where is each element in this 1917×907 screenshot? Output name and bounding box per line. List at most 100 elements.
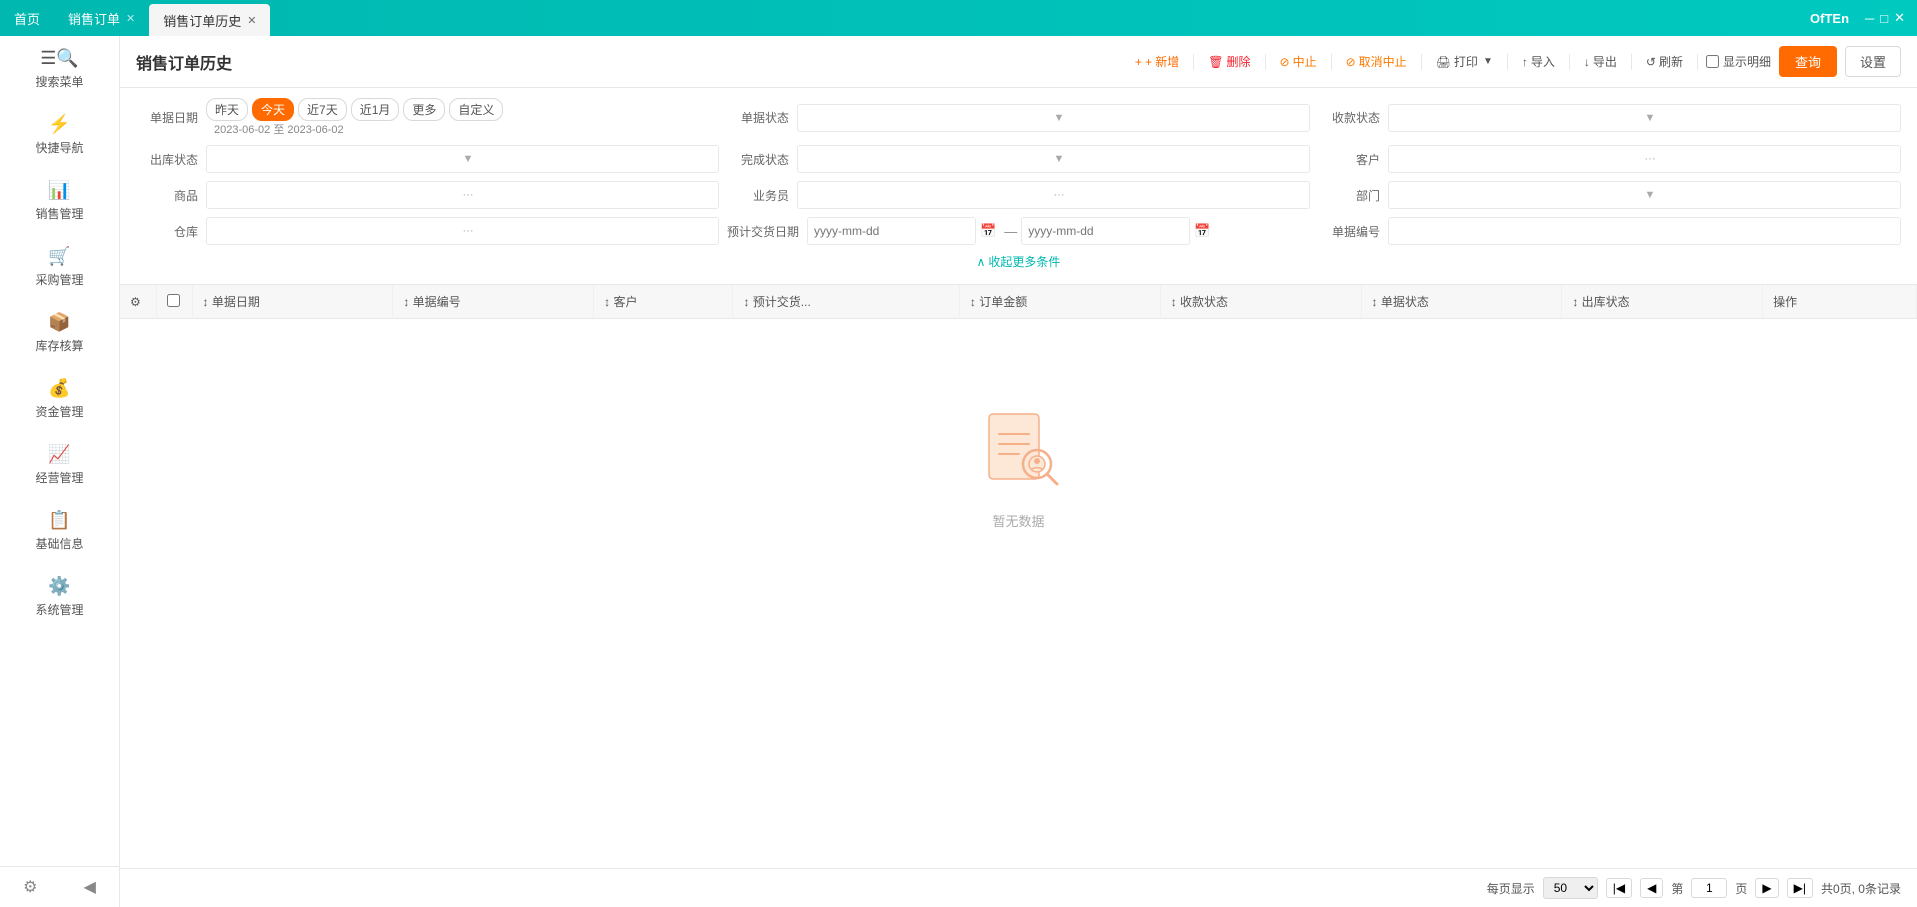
date-dash: — — [1004, 224, 1017, 239]
payment-status-select[interactable]: ▼ — [1388, 104, 1901, 132]
top-bar: 首页 销售订单 ✕ 销售订单历史 ✕ OfTEn ─ □ ✕ — [0, 0, 1917, 36]
divider-7 — [1631, 54, 1632, 70]
last-page-btn[interactable]: ▶| — [1787, 878, 1813, 898]
th-customer[interactable]: ↕ 客户 — [594, 285, 733, 319]
filter-complete-cell: 完成状态 ▼ — [727, 145, 1310, 173]
per-page-select[interactable]: 50 100 200 — [1543, 877, 1598, 899]
dept-select[interactable]: ▼ — [1388, 181, 1901, 209]
refresh-icon: ↺ — [1646, 55, 1656, 69]
query-button[interactable]: 查询 — [1779, 46, 1837, 77]
stop-btn[interactable]: ⊘ 中止 — [1274, 49, 1323, 74]
tab-sales-order[interactable]: 销售订单 ✕ — [54, 0, 149, 36]
sales-mgmt-icon: 📊 — [48, 180, 70, 201]
goods-select[interactable]: ··· — [206, 181, 719, 209]
page-num-input[interactable] — [1691, 878, 1727, 898]
sidebar-item-basic-info[interactable]: 📋 基础信息 — [0, 498, 119, 564]
yesterday-btn[interactable]: 昨天 — [206, 98, 248, 121]
th-checkbox[interactable] — [156, 285, 192, 319]
filter-dept-cell: 部门 ▼ — [1318, 181, 1901, 209]
sidebar: ☰🔍 搜索菜单 ⚡ 快捷导航 📊 销售管理 🛒 采购管理 📦 库存核算 💰 资金… — [0, 36, 120, 907]
customer-select[interactable]: ··· — [1388, 145, 1901, 173]
data-table: ⚙ ↕ 单据日期 ↕ 单据编号 — [120, 285, 1917, 319]
salesperson-select[interactable]: ··· — [797, 181, 1310, 209]
select-all-checkbox[interactable] — [167, 294, 180, 307]
complete-arrow-icon: ▼ — [1054, 153, 1302, 165]
maximize-btn[interactable]: □ — [1880, 11, 1888, 26]
sidebar-settings-icon[interactable]: ⚙ — [23, 877, 37, 897]
per-page-label: 每页显示 — [1487, 880, 1535, 897]
close-btn[interactable]: ✕ — [1894, 10, 1905, 26]
sidebar-item-quick-nav[interactable]: ⚡ 快捷导航 — [0, 102, 119, 168]
search-menu-icon: ☰🔍 — [40, 48, 79, 69]
sidebar-item-inventory[interactable]: 📦 库存核算 — [0, 300, 119, 366]
show-details-checkbox[interactable]: 显示明细 — [1706, 53, 1771, 70]
print-icon: 🖨 — [1436, 55, 1451, 69]
th-expected-delivery[interactable]: ↕ 预计交货... — [733, 285, 959, 319]
print-arrow-icon: ▼ — [1483, 56, 1493, 67]
brand-text: OfTEn — [1810, 11, 1859, 26]
th-payment-status[interactable]: ↕ 收款状态 — [1160, 285, 1361, 319]
tab-sales-order-history[interactable]: 销售订单历史 ✕ — [149, 4, 270, 36]
custom-btn[interactable]: 自定义 — [449, 98, 503, 121]
th-settings[interactable]: ⚙ — [120, 285, 156, 319]
first-page-btn[interactable]: |◀ — [1606, 878, 1632, 898]
date-label: 单据日期 — [136, 109, 206, 126]
tab-sales-order-close[interactable]: ✕ — [126, 12, 135, 25]
new-btn[interactable]: + + 新增 — [1129, 49, 1185, 74]
th-doc-status[interactable]: ↕ 单据状态 — [1361, 285, 1562, 319]
sidebar-item-finance[interactable]: 💰 资金管理 — [0, 366, 119, 432]
doc-status-select[interactable]: ▼ — [797, 104, 1310, 132]
dept-arrow-icon: ▼ — [1645, 189, 1893, 201]
last1month-btn[interactable]: 近1月 — [351, 98, 400, 121]
filter-warehouse-cell: 仓库 ··· — [136, 217, 719, 245]
sidebar-item-sales-mgmt[interactable]: 📊 销售管理 — [0, 168, 119, 234]
setting-button[interactable]: 设置 — [1845, 46, 1901, 77]
complete-select[interactable]: ▼ — [797, 145, 1310, 173]
sidebar-item-operations[interactable]: 📈 经营管理 — [0, 432, 119, 498]
sidebar-item-purchase-mgmt[interactable]: 🛒 采购管理 — [0, 234, 119, 300]
cal-icon-start: 📅 — [980, 223, 996, 239]
sidebar-item-inventory-label: 库存核算 — [35, 337, 83, 354]
refresh-btn[interactable]: ↺ 刷新 — [1640, 49, 1689, 74]
cancel-stop-btn[interactable]: ⊘ 取消中止 — [1340, 49, 1413, 74]
expected-date-start[interactable] — [807, 217, 976, 245]
stop-icon: ⊘ — [1280, 55, 1290, 69]
divider-2 — [1265, 54, 1266, 70]
th-doc-no[interactable]: ↕ 单据编号 — [393, 285, 594, 319]
content-area: 销售订单历史 + + 新增 🗑 删除 ⊘ 中止 ⊘ — [120, 36, 1917, 907]
import-btn[interactable]: ↑ 导入 — [1516, 49, 1561, 74]
warehouse-select[interactable]: ··· — [206, 217, 719, 245]
filter-row-4: 仓库 ··· 预计交货日期 📅 — 📅 单据编号 — [136, 217, 1901, 245]
doc-no-input[interactable] — [1388, 217, 1901, 245]
table-settings-icon: ⚙ — [130, 295, 141, 309]
sidebar-item-finance-label: 资金管理 — [35, 403, 83, 420]
empty-state: 暂无数据 — [120, 319, 1917, 610]
doc-no-label: 单据编号 — [1318, 223, 1388, 240]
operations-icon: 📈 — [48, 444, 70, 465]
export-icon: ↓ — [1584, 55, 1590, 69]
th-doc-date[interactable]: ↕ 单据日期 — [192, 285, 393, 319]
delete-btn[interactable]: 🗑 删除 — [1202, 49, 1256, 74]
th-order-amount[interactable]: ↕ 订单金额 — [959, 285, 1160, 319]
delivery-select[interactable]: ▼ — [206, 145, 719, 173]
export-btn[interactable]: ↓ 导出 — [1578, 49, 1623, 74]
expected-date-end[interactable] — [1021, 217, 1190, 245]
tab-home[interactable]: 首页 — [0, 0, 54, 36]
sidebar-collapse-icon[interactable]: ◀ — [84, 877, 96, 897]
show-details-input[interactable] — [1706, 55, 1719, 68]
tab-sales-order-history-close[interactable]: ✕ — [247, 14, 256, 27]
print-btn[interactable]: 🖨 打印 ▼ — [1430, 49, 1499, 74]
minimize-btn[interactable]: ─ — [1865, 11, 1874, 26]
more-btn[interactable]: 更多 — [403, 98, 445, 121]
divider-5 — [1507, 54, 1508, 70]
filter-area: 单据日期 昨天 今天 近7天 近1月 更多 自定义 2023-06-02 至 2… — [120, 88, 1917, 285]
next-page-btn[interactable]: ▶ — [1755, 878, 1778, 898]
collapse-btn[interactable]: ∧ 收起更多条件 — [969, 249, 1069, 274]
sidebar-item-search-menu[interactable]: ☰🔍 搜索菜单 — [0, 36, 119, 102]
prev-page-btn[interactable]: ◀ — [1640, 878, 1663, 898]
th-delivery-status[interactable]: ↕ 出库状态 — [1562, 285, 1763, 319]
sidebar-bottom: ⚙ ◀ — [0, 866, 119, 907]
last7days-btn[interactable]: 近7天 — [298, 98, 347, 121]
today-btn[interactable]: 今天 — [252, 98, 294, 121]
sidebar-item-system-mgmt[interactable]: ⚙️ 系统管理 — [0, 564, 119, 630]
